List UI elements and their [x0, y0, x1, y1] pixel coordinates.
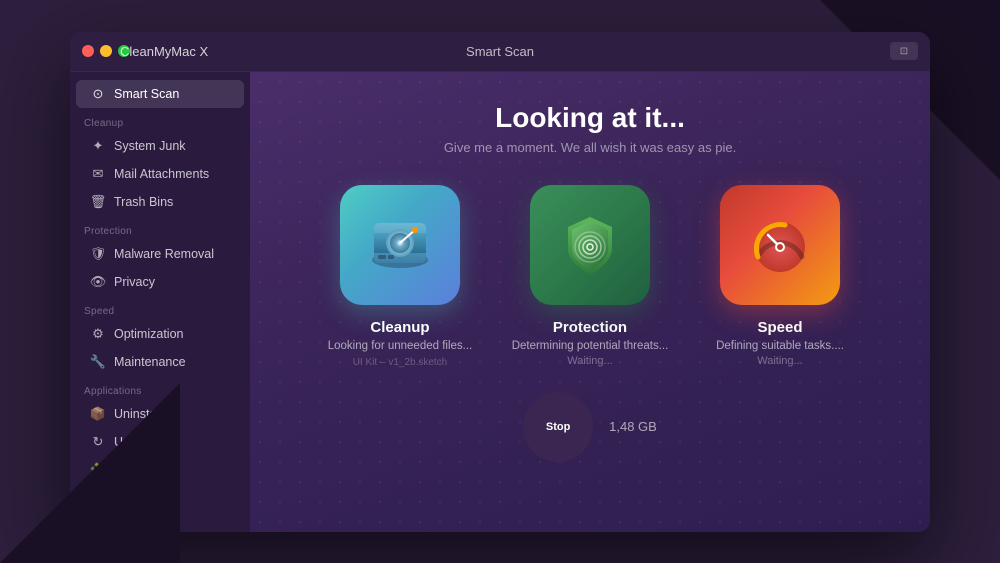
window-title: Smart Scan: [466, 44, 534, 59]
sidebar-section-protection: Protection: [70, 216, 250, 240]
sidebar-item-mail-attachments[interactable]: ✉ Mail Attachments: [76, 160, 244, 188]
pie-chart-icon: ◑: [90, 514, 106, 530]
sliders-icon: ⚙: [90, 326, 106, 342]
sidebar-item-trash-bins[interactable]: 🗑 Trash Bins: [76, 188, 244, 216]
sidebar-section-cleanup: Cleanup: [70, 108, 250, 132]
close-button[interactable]: [82, 45, 94, 57]
protection-card-name: Protection: [553, 319, 627, 336]
cards-row: Cleanup Looking for unneeded files... UI…: [315, 185, 865, 368]
cleanup-icon-wrapper: [340, 185, 460, 305]
progress-size: 1,48 GB: [609, 419, 657, 434]
content-area: Looking at it... Give me a moment. We al…: [250, 72, 930, 532]
sidebar-section-applications: Applications: [70, 376, 250, 400]
sidebar-label-trash-bins: Trash Bins: [114, 195, 173, 209]
speed-icon-wrapper: [720, 185, 840, 305]
sidebar-item-updater[interactable]: ↻ Updater: [76, 428, 244, 456]
protection-card: Protection Determining potential threats…: [505, 185, 675, 367]
sidebar-label-uninstaller: Uninstaller: [114, 407, 173, 421]
cleanup-card-status: Looking for unneeded files...: [328, 340, 473, 352]
sidebar-item-optimization[interactable]: ⚙ Optimization: [76, 320, 244, 348]
cleanup-card-name: Cleanup: [370, 319, 429, 336]
gear-sparkle-icon: ✦: [90, 138, 106, 154]
wrench-icon: 🔧: [90, 354, 106, 370]
shield-illustration: [550, 205, 630, 285]
expand-icon: ⊡: [900, 46, 908, 57]
speed-card-substatus: Waiting...: [757, 355, 802, 367]
disk-illustration: [360, 205, 440, 285]
puzzle-icon: 🧩: [90, 462, 106, 478]
refresh-cw-icon: ↻: [90, 434, 106, 450]
protection-card-substatus: Waiting...: [567, 355, 612, 367]
sidebar-item-system-junk[interactable]: ✦ System Junk: [76, 132, 244, 160]
page-title: Looking at it...: [444, 102, 736, 134]
speed-card: Speed Defining suitable tasks.... Waitin…: [695, 185, 865, 367]
speed-card-name: Speed: [757, 319, 802, 336]
cleanup-card-file: UI Kit – v1_2b.sketch: [353, 357, 448, 368]
stop-button[interactable]: Stop: [523, 392, 593, 462]
sidebar-item-privacy[interactable]: 👁 Privacy: [76, 268, 244, 296]
bottom-area: Stop 1,48 GB: [523, 392, 657, 462]
protection-card-status: Determining potential threats...: [512, 340, 669, 352]
page-subtitle: Give me a moment. We all wish it was eas…: [444, 140, 736, 155]
sidebar-item-extensions[interactable]: 🧩 Extensions: [76, 456, 244, 484]
sidebar-item-maintenance[interactable]: 🔧 Maintenance: [76, 348, 244, 376]
shield-bug-icon: 🛡: [90, 246, 106, 262]
sidebar-label-system-junk: System Junk: [114, 139, 186, 153]
sidebar-section-files: Files: [70, 484, 250, 508]
cleanup-card: Cleanup Looking for unneeded files... UI…: [315, 185, 485, 368]
stop-button-label: Stop: [546, 421, 570, 433]
expand-button[interactable]: ⊡: [890, 42, 918, 60]
radar-icon: ⊙: [90, 86, 106, 102]
sidebar-item-smart-scan[interactable]: ⊙ Smart Scan: [76, 80, 244, 108]
speed-card-status: Defining suitable tasks....: [716, 340, 844, 352]
sidebar-label-malware-removal: Malware Removal: [114, 247, 214, 261]
main-area: ⊙ Smart Scan Cleanup ✦ System Junk ✉ Mai…: [70, 72, 930, 532]
sidebar-label-space-lens: Space Lens: [114, 515, 180, 529]
eye-off-icon: 👁: [90, 274, 106, 290]
sidebar-item-space-lens[interactable]: ◑ Space Lens: [76, 508, 244, 532]
sidebar-label-optimization: Optimization: [114, 327, 183, 341]
sidebar: ⊙ Smart Scan Cleanup ✦ System Junk ✉ Mai…: [70, 72, 250, 532]
titlebar: CleanMyMac X Smart Scan ⊡: [70, 32, 930, 72]
gauge-illustration: [740, 205, 820, 285]
content-header: Looking at it... Give me a moment. We al…: [444, 102, 736, 155]
box-x-icon: 📦: [90, 406, 106, 422]
sidebar-label-privacy: Privacy: [114, 275, 155, 289]
sidebar-label-smart-scan: Smart Scan: [114, 87, 179, 101]
protection-icon-wrapper: [530, 185, 650, 305]
sidebar-label-extensions: Extensions: [114, 463, 175, 477]
trash-icon: 🗑: [90, 194, 106, 210]
minimize-button[interactable]: [100, 45, 112, 57]
envelope-icon: ✉: [90, 166, 106, 182]
sidebar-label-updater: Updater: [114, 435, 158, 449]
app-window: CleanMyMac X Smart Scan ⊡ ⊙ Smart Scan C…: [70, 32, 930, 532]
sidebar-item-uninstaller[interactable]: 📦 Uninstaller: [76, 400, 244, 428]
sidebar-item-malware-removal[interactable]: 🛡 Malware Removal: [76, 240, 244, 268]
sidebar-label-mail-attachments: Mail Attachments: [114, 167, 209, 181]
app-name: CleanMyMac X: [120, 44, 208, 59]
progress-ring-wrapper: Stop: [523, 392, 593, 462]
sidebar-label-maintenance: Maintenance: [114, 355, 186, 369]
sidebar-section-speed: Speed: [70, 296, 250, 320]
